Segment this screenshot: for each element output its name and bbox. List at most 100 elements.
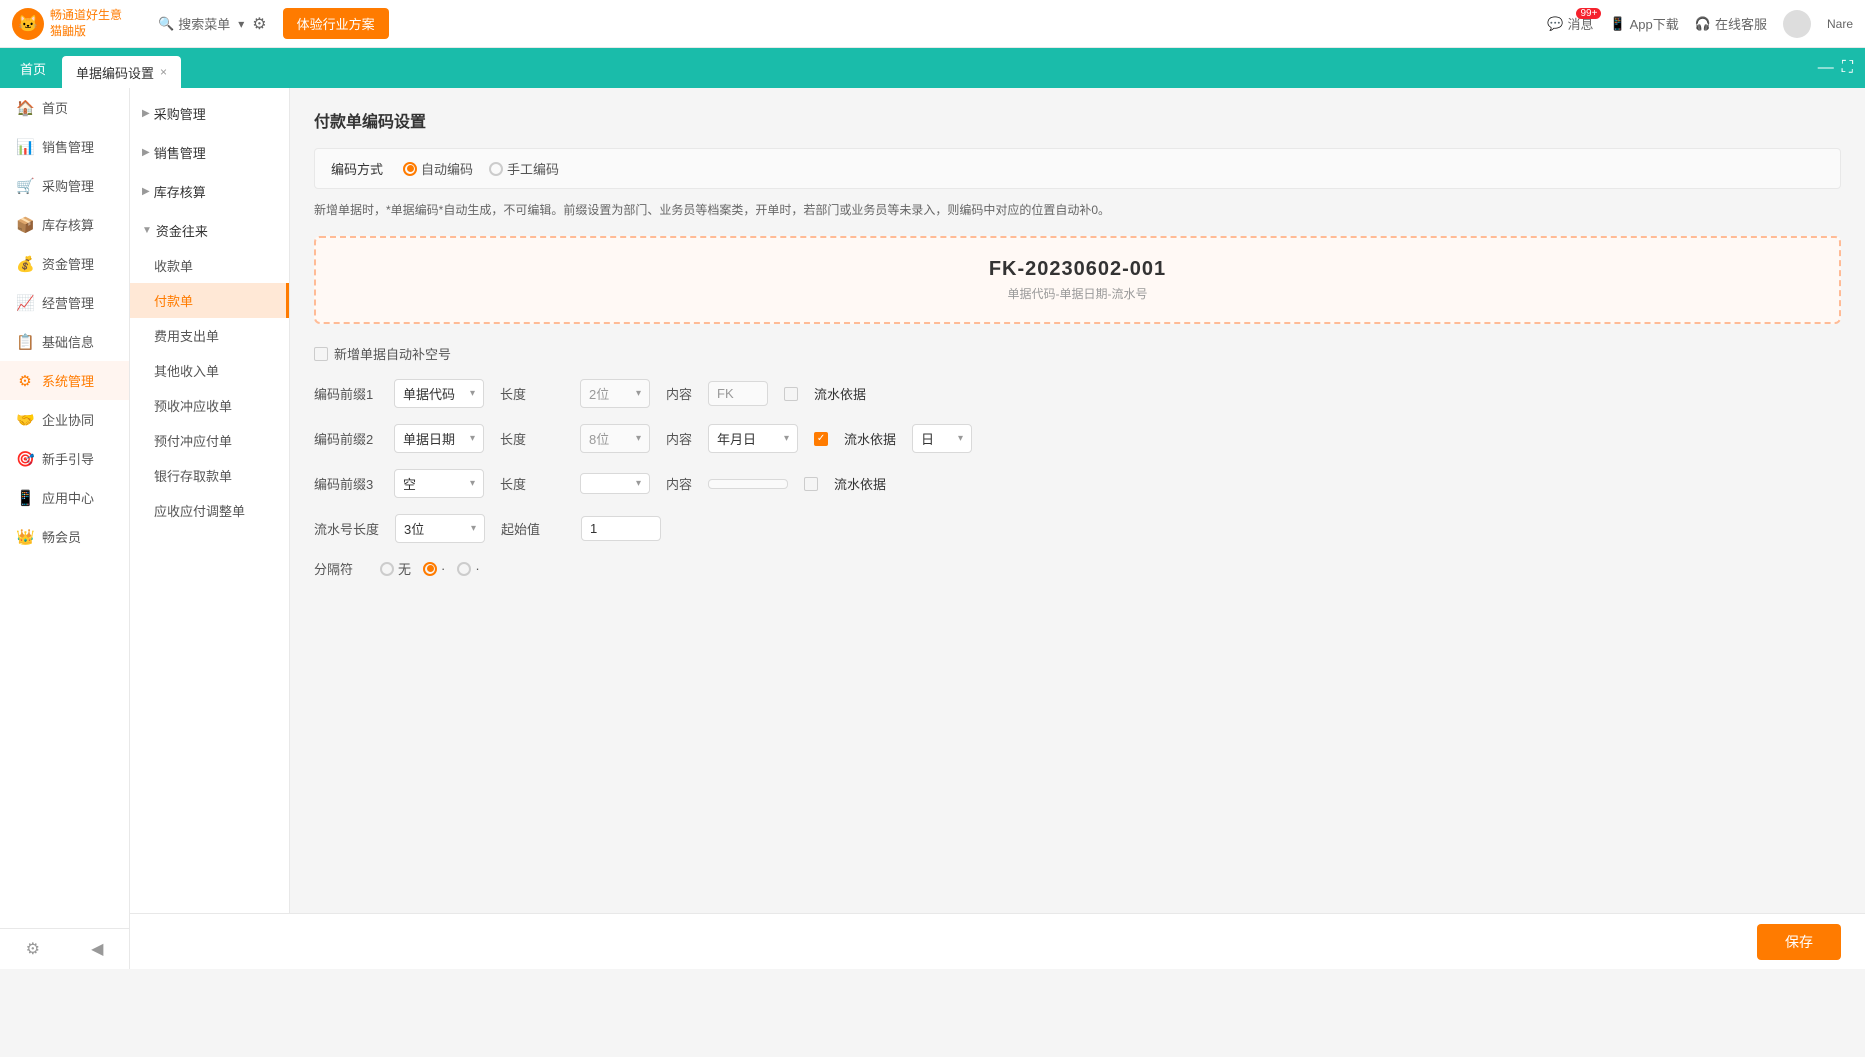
save-button[interactable]: 保存 xyxy=(1757,924,1841,960)
prefix1-select[interactable]: 单据代码 ▾ xyxy=(394,379,484,408)
chevron-down-icon: ▾ xyxy=(470,478,475,489)
settings-icon[interactable]: ⚙ xyxy=(252,14,266,34)
sidebar-item-label: 基础信息 xyxy=(42,332,94,351)
sub-menu-item-receipt[interactable]: 收款单 xyxy=(130,248,289,283)
content2-label: 内容 xyxy=(666,429,692,448)
sub-menu-item-payment[interactable]: 付款单 xyxy=(130,283,289,318)
preview-code: FK-20230602-001 xyxy=(346,258,1809,281)
system-icon: ⚙ xyxy=(16,372,34,390)
top-nav-right: 💬 消息 99+ 📱 App下载 🎧 在线客服 Nare xyxy=(1547,10,1853,38)
sidebar-item-label: 应用中心 xyxy=(42,488,94,507)
sidebar-menu: 🏠 首页 📊 销售管理 🛒 采购管理 📦 库存核算 💰 资金管理 📈 经 xyxy=(0,88,129,928)
sep-dot-radio[interactable]: · xyxy=(423,561,445,576)
sidebar-item-guide[interactable]: 🎯 新手引导 xyxy=(0,439,129,478)
sidebar-item-purchase[interactable]: 🛒 采购管理 xyxy=(0,166,129,205)
sidebar-item-system[interactable]: ⚙ 系统管理 xyxy=(0,361,129,400)
sidebar-item-home[interactable]: 🏠 首页 xyxy=(0,88,129,127)
sub-group-inventory-title[interactable]: ▶ 库存核算 xyxy=(130,174,289,209)
chevron-down-icon: ▾ xyxy=(636,478,641,489)
serial-basis2-checkbox[interactable]: ✓ xyxy=(814,432,828,446)
sidebar-item-apps[interactable]: 📱 应用中心 xyxy=(0,478,129,517)
sub-group-purchase-title[interactable]: ▶ 采购管理 xyxy=(130,96,289,131)
sub-group-label: 销售管理 xyxy=(154,143,206,162)
sidebar-item-label: 库存核算 xyxy=(42,215,94,234)
serial-length-value: 3位 xyxy=(404,519,424,538)
sub-menu-item-other-income[interactable]: 其他收入单 xyxy=(130,353,289,388)
message-button[interactable]: 💬 消息 99+ xyxy=(1547,14,1593,33)
length3-select[interactable]: ▾ xyxy=(580,473,650,494)
sidebar-item-enterprise[interactable]: 🤝 企业协同 xyxy=(0,400,129,439)
auto-fill-checkbox[interactable] xyxy=(314,347,328,361)
online-service-button[interactable]: 🎧 在线客服 xyxy=(1695,14,1767,33)
length2-select[interactable]: 8位 ▾ xyxy=(580,424,650,453)
tab-home[interactable]: 首页 xyxy=(4,48,62,88)
content2-select[interactable]: 年月日 ▾ xyxy=(708,424,798,453)
tab-current[interactable]: 单据编码设置 × xyxy=(62,56,181,88)
separator-label: 分隔符 xyxy=(314,559,364,578)
minimize-icon[interactable]: — xyxy=(1818,59,1834,77)
app-download-button[interactable]: 📱 App下载 xyxy=(1609,14,1678,33)
notice-text: 新增单据时，*单据编码*自动生成，不可编辑。前缀设置为部门、业务员等档案类，开单… xyxy=(314,201,1841,220)
serial-start-label: 起始值 xyxy=(501,519,565,538)
serial-start-input[interactable] xyxy=(581,516,661,541)
close-icon[interactable]: × xyxy=(160,65,167,79)
arrow-icon: ▶ xyxy=(142,186,150,197)
form-row-3: 编码前缀3 空 ▾ 长度 ▾ 内容 流水依据 xyxy=(314,469,1841,498)
sub-menu-item-prepay-recv[interactable]: 预收冲应收单 xyxy=(130,388,289,423)
sidebar-item-inventory[interactable]: 📦 库存核算 xyxy=(0,205,129,244)
sidebar-item-sales[interactable]: 📊 销售管理 xyxy=(0,127,129,166)
sub-menu-item-expense[interactable]: 费用支出单 xyxy=(130,318,289,353)
sep-dot2-radio[interactable]: · xyxy=(457,561,479,576)
apps-icon: 📱 xyxy=(16,489,34,507)
sub-group-label: 库存核算 xyxy=(154,182,206,201)
separator-row: 分隔符 无 · · xyxy=(314,559,1841,578)
prefix3-value: 空 xyxy=(403,474,416,493)
prefix3-label: 编码前缀3 xyxy=(314,474,378,493)
sub-menu-item-bank[interactable]: 银行存取款单 xyxy=(130,458,289,493)
sidebar-item-label: 新手引导 xyxy=(42,449,94,468)
sub-group-finance: ▼ 资金往来 收款单 付款单 费用支出单 其他收入单 预收冲应收单 预付冲应付单… xyxy=(130,213,289,528)
auto-code-radio-btn[interactable] xyxy=(403,162,417,176)
serial-basis1-checkbox[interactable] xyxy=(784,387,798,401)
sidebar-item-finance[interactable]: 💰 资金管理 xyxy=(0,244,129,283)
serial-basis2-label: 流水依据 xyxy=(844,429,896,448)
prefix2-select[interactable]: 单据日期 ▾ xyxy=(394,424,484,453)
sep-none-radio[interactable]: 无 xyxy=(380,559,411,578)
manual-code-radio[interactable]: 手工编码 xyxy=(489,159,559,178)
length1-select[interactable]: 2位 ▾ xyxy=(580,379,650,408)
trial-btn[interactable]: 体验行业方案 xyxy=(283,8,389,39)
sub-menu-item-prepay-pay[interactable]: 预付冲应付单 xyxy=(130,423,289,458)
enterprise-icon: 🤝 xyxy=(16,411,34,429)
content-area: ▶ 采购管理 ▶ 销售管理 ▶ 库存核算 ▼ 资金往来 xyxy=(130,88,1865,969)
serial-length-select[interactable]: 3位 ▾ xyxy=(395,514,485,543)
sub-group-finance-title[interactable]: ▼ 资金往来 xyxy=(130,213,289,248)
serial-basis2-period-select[interactable]: 日 ▾ xyxy=(912,424,972,453)
auto-code-radio[interactable]: 自动编码 xyxy=(403,159,473,178)
search-menu-button[interactable]: 🔍 搜索菜单 xyxy=(158,14,230,33)
chevron-down-icon: ▾ xyxy=(958,433,963,444)
sidebar-settings-icon[interactable]: ⚙ xyxy=(26,939,40,959)
sidebar-item-basics[interactable]: 📋 基础信息 xyxy=(0,322,129,361)
finance-icon: 💰 xyxy=(16,255,34,273)
sep-dot-radio-btn[interactable] xyxy=(423,562,437,576)
prefix3-select[interactable]: 空 ▾ xyxy=(394,469,484,498)
manual-code-radio-btn[interactable] xyxy=(489,162,503,176)
sub-menu: ▶ 采购管理 ▶ 销售管理 ▶ 库存核算 ▼ 资金往来 xyxy=(130,88,290,969)
logo-icon: 🐱 xyxy=(12,8,44,40)
sep-dot2-radio-btn[interactable] xyxy=(457,562,471,576)
length2-label: 长度 xyxy=(500,429,564,448)
maximize-icon[interactable]: ⛶ xyxy=(1842,59,1853,77)
nav-dropdown[interactable]: ▾ xyxy=(238,17,244,31)
sidebar-item-member[interactable]: 👑 畅会员 xyxy=(0,517,129,556)
sub-group-sales-title[interactable]: ▶ 销售管理 xyxy=(130,135,289,170)
top-nav: 🐱 畅通道好生意 猫鼬版 🔍 搜索菜单 ▾ ⚙ 体验行业方案 💬 消息 99+ … xyxy=(0,0,1865,48)
sidebar-item-operations[interactable]: 📈 经营管理 xyxy=(0,283,129,322)
logo-text: 畅通道好生意 猫鼬版 xyxy=(50,8,122,39)
purchase-icon: 🛒 xyxy=(16,177,34,195)
sidebar-collapse-icon[interactable]: ◀ xyxy=(91,939,103,959)
sub-menu-item-ar-ap-adj[interactable]: 应收应付调整单 xyxy=(130,493,289,528)
sep-none-radio-btn[interactable] xyxy=(380,562,394,576)
serial-basis3-checkbox[interactable] xyxy=(804,477,818,491)
auto-fill-checkbox-row[interactable]: 新增单据自动补空号 xyxy=(314,344,1841,363)
arrow-icon: ▶ xyxy=(142,147,150,158)
